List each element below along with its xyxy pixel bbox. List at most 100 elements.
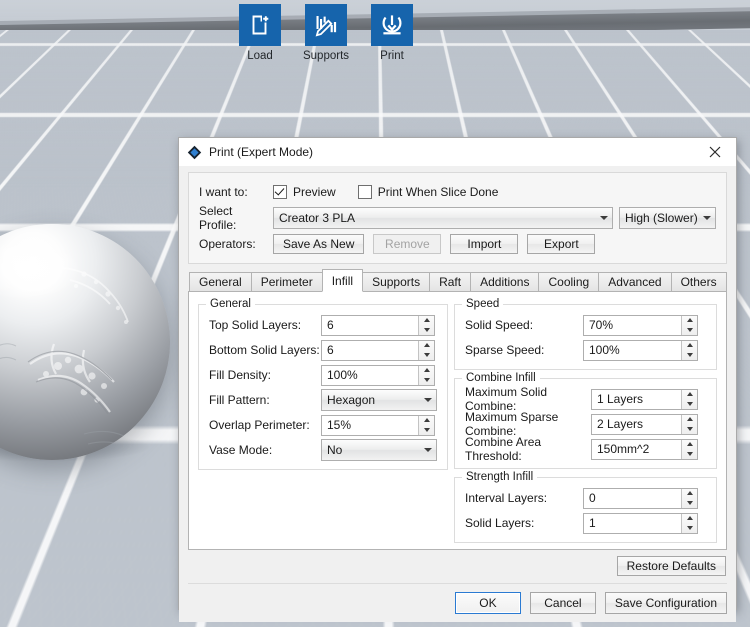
spinner-up-icon[interactable]	[419, 366, 434, 376]
spinner-down-icon[interactable]	[682, 325, 697, 335]
chevron-down-icon	[596, 215, 612, 220]
chevron-down-icon	[420, 398, 436, 402]
main-toolbar: Load Supports Print	[236, 4, 416, 63]
sparse-speed-spinner[interactable]: 100%	[583, 339, 698, 361]
spinner-buttons[interactable]	[418, 365, 434, 385]
checkbox-print-when-slice-done[interactable]: Print When Slice Done	[357, 184, 499, 199]
cancel-button[interactable]: Cancel	[529, 592, 596, 614]
solid-speed-spinner[interactable]: 70%	[583, 314, 698, 336]
field-solid-speed: Solid Speed: 70%	[465, 314, 706, 336]
spinner-buttons[interactable]	[681, 488, 697, 508]
spinner-buttons[interactable]	[681, 439, 697, 459]
spinner-up-icon[interactable]	[682, 514, 697, 524]
dialog-titlebar[interactable]: Print (Expert Mode)	[179, 138, 736, 166]
tab-others[interactable]: Others	[670, 272, 727, 291]
spinner-buttons[interactable]	[681, 389, 697, 409]
field-maximum-solid-combine-label: Maximum Solid Combine:	[465, 385, 548, 413]
save-configuration-button[interactable]: Save Configuration	[604, 592, 727, 614]
fill-density-spinner[interactable]: 100%	[321, 364, 435, 386]
spinner-down-icon[interactable]	[682, 424, 697, 434]
combine-area-threshold-spinner[interactable]: 150mm^2	[591, 438, 698, 460]
maximum-solid-combine-spinner[interactable]: 1 Layers	[591, 388, 698, 410]
export-button[interactable]: Export	[527, 233, 596, 254]
tab-advanced[interactable]: Advanced	[598, 272, 672, 291]
spinner-down-icon[interactable]	[682, 498, 697, 508]
overlap-perimeter-spinner[interactable]: 15%	[321, 414, 435, 436]
bottom-solid-layers-spinner[interactable]: 6	[321, 339, 435, 361]
tab-general[interactable]: General	[189, 272, 252, 291]
spinner-up-icon[interactable]	[419, 316, 434, 326]
tab-supports[interactable]: Supports	[362, 272, 431, 291]
field-fill-density: Fill Density: 100%	[209, 364, 437, 386]
spinner-down-icon[interactable]	[682, 449, 697, 459]
quality-select[interactable]: High (Slower)	[619, 206, 716, 229]
spinner-down-icon[interactable]	[419, 325, 434, 335]
tab-perimeter[interactable]: Perimeter	[250, 272, 323, 291]
fill-pattern-select[interactable]: Hexagon	[321, 389, 437, 411]
top-solid-layers-value: 6	[327, 318, 334, 332]
spinner-up-icon[interactable]	[682, 341, 697, 351]
ok-button[interactable]: OK	[454, 592, 521, 614]
spinner-buttons[interactable]	[418, 340, 434, 360]
toolbar-label-supports: Supports	[302, 50, 350, 62]
spinner-down-icon[interactable]	[419, 425, 434, 435]
field-maximum-sparse-combine-label: Maximum Sparse Combine:	[465, 410, 559, 438]
checkbox-print-when-slice-done-label: Print When Slice Done	[377, 184, 499, 199]
import-button[interactable]: Import	[450, 233, 519, 254]
toolbar-button-supports[interactable]: Supports	[302, 4, 350, 63]
tab-additions[interactable]: Additions	[470, 272, 540, 291]
spinner-up-icon[interactable]	[682, 415, 697, 425]
toolbar-button-load[interactable]: Load	[236, 4, 284, 63]
vase-mode-select[interactable]: No	[321, 439, 437, 461]
toolbar-label-print: Print	[380, 50, 404, 62]
profile-select[interactable]: Creator 3 PLA	[273, 206, 613, 229]
spinner-buttons[interactable]	[681, 340, 697, 360]
spinner-buttons[interactable]	[418, 415, 434, 435]
maximum-sparse-combine-spinner[interactable]: 2 Layers	[591, 413, 698, 435]
solid-layers-spinner[interactable]: 1	[583, 512, 698, 534]
field-combine-area-threshold-label: Combine Area Threshold:	[465, 435, 542, 463]
overlap-perimeter-value: 15%	[327, 418, 352, 432]
spinner-up-icon[interactable]	[682, 440, 697, 450]
restore-defaults-button[interactable]: Restore Defaults	[616, 556, 726, 576]
spinner-buttons[interactable]	[681, 414, 697, 434]
tab-raft[interactable]: Raft	[429, 272, 472, 291]
spinner-up-icon[interactable]	[419, 416, 434, 426]
spinner-up-icon[interactable]	[682, 489, 697, 499]
field-overlap-perimeter: Overlap Perimeter: 15%	[209, 414, 437, 436]
tab-infill[interactable]: Infill	[321, 269, 364, 292]
field-maximum-sparse-combine: Maximum Sparse Combine: 2 Layers	[465, 410, 706, 438]
field-fill-density-label: Fill Density:	[209, 368, 272, 382]
tab-cooling[interactable]: Cooling	[538, 272, 600, 291]
spinner-down-icon[interactable]	[419, 350, 434, 360]
operators-row: Operators: Save As New Remove Import Exp…	[199, 233, 716, 254]
spinner-up-icon[interactable]	[682, 390, 697, 400]
toolbar-label-load: Load	[247, 50, 273, 62]
field-maximum-solid-combine: Maximum Solid Combine: 1 Layers	[465, 385, 706, 413]
spinner-buttons[interactable]	[681, 513, 697, 533]
save-as-new-button[interactable]: Save As New	[273, 233, 365, 254]
top-solid-layers-spinner[interactable]: 6	[321, 314, 435, 336]
quality-select-value: High (Slower)	[625, 210, 698, 225]
toolbar-button-print[interactable]: Print	[368, 4, 416, 63]
fill-pattern-value: Hexagon	[327, 393, 376, 407]
field-solid-layers-label: Solid Layers:	[465, 516, 535, 530]
i-want-to-row: I want to: Preview Print When Slice Done	[199, 181, 716, 202]
group-combine-infill: Combine Infill Maximum Solid Combine: 1 …	[454, 372, 717, 469]
close-icon[interactable]	[700, 139, 730, 165]
bottom-solid-layers-value: 6	[327, 343, 334, 357]
checkbox-preview[interactable]: Preview	[273, 184, 336, 199]
spinner-down-icon[interactable]	[682, 399, 697, 409]
spinner-down-icon[interactable]	[682, 523, 697, 533]
select-profile-row: Select Profile: Creator 3 PLA High (Slow…	[199, 204, 716, 232]
spinner-up-icon[interactable]	[682, 316, 697, 326]
field-sparse-speed: Sparse Speed: 100%	[465, 339, 706, 361]
spinner-down-icon[interactable]	[682, 350, 697, 360]
print-power-icon	[371, 4, 413, 46]
fill-density-value: 100%	[327, 368, 358, 382]
spinner-up-icon[interactable]	[419, 341, 434, 351]
spinner-buttons[interactable]	[681, 315, 697, 335]
spinner-down-icon[interactable]	[419, 375, 434, 385]
interval-layers-spinner[interactable]: 0	[583, 487, 698, 509]
spinner-buttons[interactable]	[418, 315, 434, 335]
